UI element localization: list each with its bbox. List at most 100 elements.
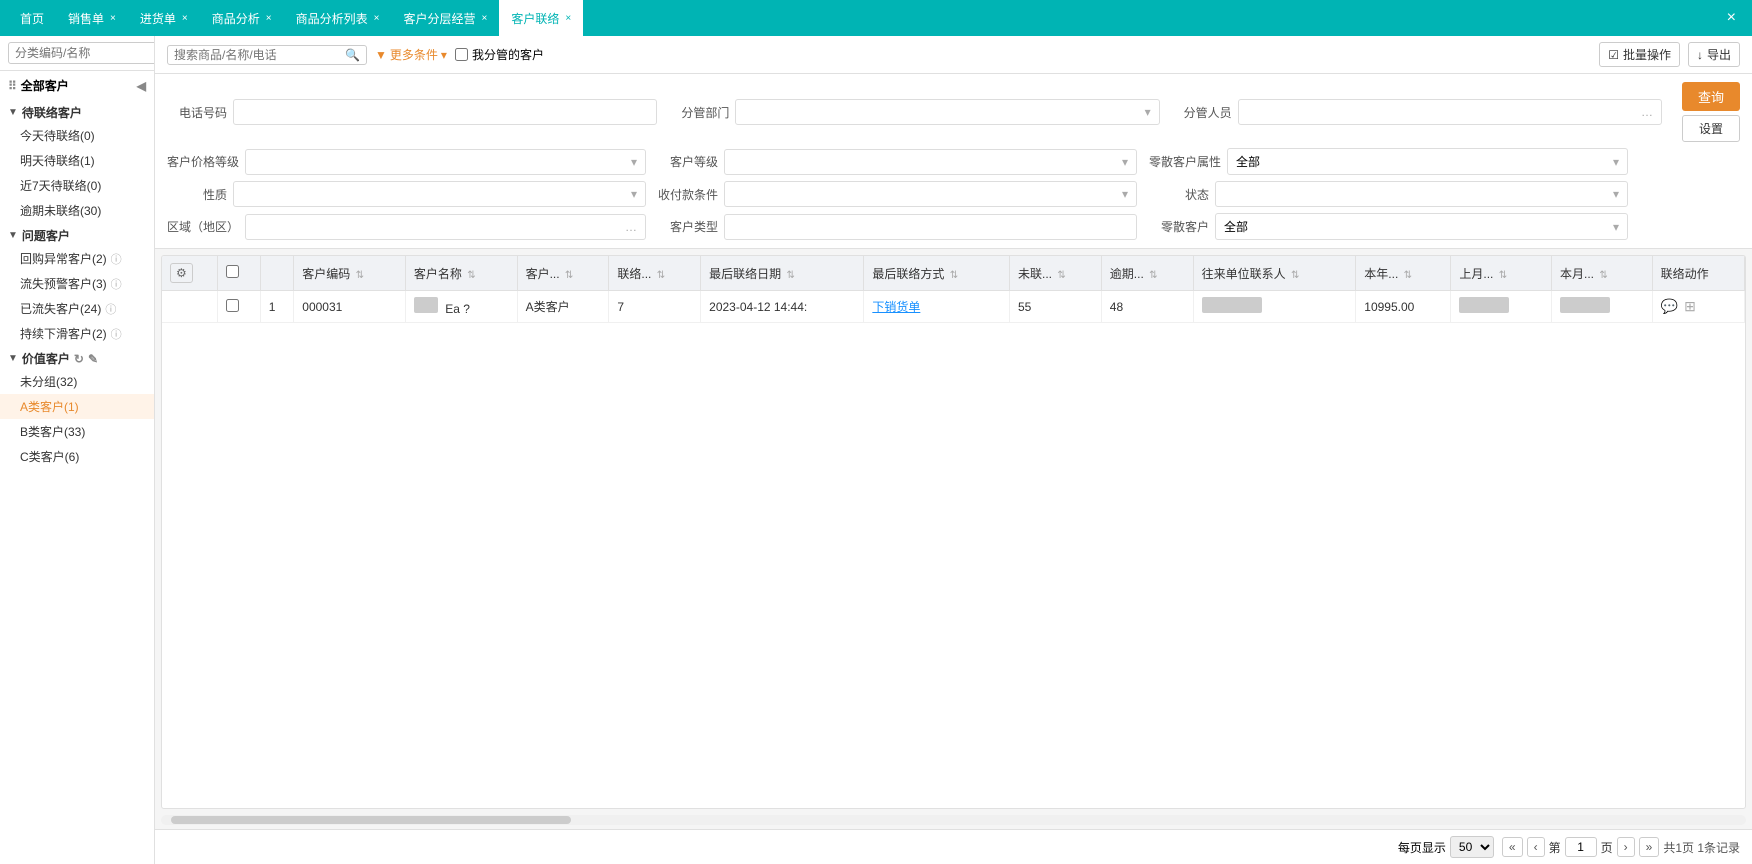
my-customers-check-input[interactable] <box>455 48 468 61</box>
nav-product-analysis[interactable]: 商品分析 × <box>200 0 284 36</box>
nav-home[interactable]: 首页 <box>8 0 56 36</box>
sidebar-item-class-c[interactable]: C类客户(6) <box>0 444 154 469</box>
value-edit-icon[interactable]: ✎ <box>88 352 98 366</box>
customer-type-input[interactable] <box>724 214 1137 240</box>
row-last-date: 2023-04-12 14:44: <box>701 291 864 323</box>
sidebar-item-churned[interactable]: 已流失客户(24) ⓘ <box>0 296 154 321</box>
sidebar-group-problem[interactable]: ▼ 问题客户 <box>0 223 154 246</box>
horizontal-scrollbar[interactable] <box>161 815 1746 825</box>
manager-input[interactable]: … <box>1238 99 1662 125</box>
sort-name-icon[interactable]: ⇅ <box>467 270 475 281</box>
field-phone: 电话号码 <box>167 99 657 125</box>
region-dots-icon: … <box>625 220 637 234</box>
sidebar-group-value[interactable]: ▼ 价值客户 ↻ ✎ <box>0 346 154 369</box>
sort-last-date-icon[interactable]: ⇅ <box>787 270 795 281</box>
sidebar-item-overdue-pending[interactable]: 逾期未联络(30) <box>0 198 154 223</box>
sidebar-item-ungrouped[interactable]: 未分组(32) <box>0 369 154 394</box>
sidebar-item-class-b[interactable]: B类客户(33) <box>0 419 154 444</box>
value-refresh-icon[interactable]: ↻ <box>74 352 84 366</box>
close-purchase-order[interactable]: × <box>182 13 188 24</box>
retail-customer-arrow-icon: ▾ <box>1613 220 1619 234</box>
sort-type-icon[interactable]: ⇅ <box>565 270 573 281</box>
dept-select[interactable]: ▾ <box>735 99 1159 125</box>
status-select[interactable]: ▾ <box>1215 181 1628 207</box>
per-page-select[interactable]: 50 <box>1450 836 1494 858</box>
sidebar-item-class-a[interactable]: A类客户(1) <box>0 394 154 419</box>
row-code: 000031 <box>294 291 406 323</box>
sort-overdue-icon[interactable]: ⇅ <box>1149 270 1157 281</box>
close-customer-contact[interactable]: × <box>565 13 571 24</box>
sidebar-all-customers[interactable]: ⠿ 全部客户 ◀ <box>0 71 154 100</box>
sidebar-item-abnormal[interactable]: 回购异常客户(2) ⓘ <box>0 246 154 271</box>
sidebar-item-today-pending[interactable]: 今天待联络(0) <box>0 123 154 148</box>
page-input[interactable] <box>1565 837 1597 857</box>
nav-customer-segmentation[interactable]: 客户分层经营 × <box>391 0 499 36</box>
chat-action-icon[interactable]: 💬 <box>1661 298 1678 315</box>
select-all-checkbox[interactable] <box>226 265 239 278</box>
filter-search-icon[interactable]: 🔍 <box>345 48 360 62</box>
sidebar-item-7day-pending[interactable]: 近7天待联络(0) <box>0 173 154 198</box>
last-page-btn[interactable]: » <box>1639 837 1660 857</box>
nav-sales-order[interactable]: 销售单 × <box>56 0 128 36</box>
sidebar-item-tomorrow-pending[interactable]: 明天待联络(1) <box>0 148 154 173</box>
customer-level-select[interactable]: ▾ <box>724 149 1137 175</box>
retail-customer-select[interactable]: 全部▾ <box>1215 213 1628 240</box>
sort-contact-person-icon[interactable]: ⇅ <box>1291 270 1299 281</box>
payment-select[interactable]: ▾ <box>724 181 1137 207</box>
filter-bar: 🔍 ▼ 更多条件 ▾ 我分管的客户 ☑ 批量操作 ↓ 导出 <box>155 36 1752 74</box>
sidebar-item-churn-warning[interactable]: 流失预警客户(3) ⓘ <box>0 271 154 296</box>
row-checkbox[interactable] <box>226 299 239 312</box>
close-customer-segmentation[interactable]: × <box>481 13 487 24</box>
export-btn[interactable]: ↓ 导出 <box>1688 42 1740 67</box>
my-customers-checkbox[interactable]: 我分管的客户 <box>455 46 544 63</box>
top-nav: 首页 销售单 × 进货单 × 商品分析 × 商品分析列表 × 客户分层经营 × … <box>0 0 1752 36</box>
problem-arrow-icon: ▼ <box>8 230 18 241</box>
sort-last-method-icon[interactable]: ⇅ <box>950 270 958 281</box>
last-method-link[interactable]: 下销货单 <box>872 300 920 314</box>
contact-person-dot <box>1202 297 1262 313</box>
nature-select[interactable]: ▾ <box>233 181 646 207</box>
nav-customer-contact[interactable]: 客户联络 × <box>499 0 583 36</box>
nav-purchase-order[interactable]: 进货单 × <box>128 0 200 36</box>
row-action-cell: 💬 ⊞ <box>1652 291 1744 323</box>
col-last-date: 最后联络日期 ⇅ <box>701 256 864 291</box>
prev-page-btn[interactable]: ‹ <box>1527 837 1545 857</box>
info-icon-churn-warning: ⓘ <box>111 276 122 292</box>
sort-this-month-icon[interactable]: ⇅ <box>1599 270 1607 281</box>
filter-icon: ▼ <box>375 48 387 62</box>
filter-search-input[interactable] <box>174 48 345 62</box>
price-level-select[interactable]: ▾ <box>245 149 646 175</box>
batch-operation-btn[interactable]: ☑ 批量操作 <box>1599 42 1680 67</box>
close-sales-order[interactable]: × <box>110 13 116 24</box>
sort-not-contacted-icon[interactable]: ⇅ <box>1057 270 1065 281</box>
close-product-analysis[interactable]: × <box>266 13 272 24</box>
settings-button[interactable]: 设置 <box>1682 115 1740 142</box>
sort-code-icon[interactable]: ⇅ <box>356 270 364 281</box>
close-product-analysis-list[interactable]: × <box>374 13 380 24</box>
col-this-year: 本年... ⇅ <box>1356 256 1451 291</box>
next-page-btn[interactable]: › <box>1617 837 1635 857</box>
filter-more-btn[interactable]: ▼ 更多条件 ▾ <box>375 46 447 63</box>
table-gear-btn[interactable]: ⚙ <box>170 263 193 283</box>
sidebar-group-pending[interactable]: ▼ 待联络客户 <box>0 100 154 123</box>
phone-input[interactable] <box>233 99 657 125</box>
col-checkbox-header <box>218 256 261 291</box>
sidebar-item-declining[interactable]: 持续下滑客户(2) ⓘ <box>0 321 154 346</box>
col-this-month: 本月... ⇅ <box>1552 256 1653 291</box>
sort-this-year-icon[interactable]: ⇅ <box>1404 270 1412 281</box>
scrollbar-thumb[interactable] <box>171 816 571 824</box>
window-close-icon[interactable]: × <box>1719 9 1744 27</box>
first-page-btn[interactable]: « <box>1502 837 1523 857</box>
sidebar-collapse-icon[interactable]: ◀ <box>137 79 146 93</box>
sort-last-month-icon[interactable]: ⇅ <box>1499 270 1507 281</box>
col-action: 联络动作 <box>1652 256 1744 291</box>
retail-attr-select[interactable]: 全部▾ <box>1227 148 1628 175</box>
region-input[interactable]: … <box>245 214 646 240</box>
row-type: A类客户 <box>517 291 609 323</box>
this-month-dot <box>1560 297 1610 313</box>
grid-action-icon[interactable]: ⊞ <box>1684 298 1696 315</box>
sidebar-search-input[interactable] <box>8 42 155 64</box>
sort-contact-count-icon[interactable]: ⇅ <box>657 270 665 281</box>
query-button[interactable]: 查询 <box>1682 82 1740 111</box>
nav-product-analysis-list[interactable]: 商品分析列表 × <box>284 0 392 36</box>
